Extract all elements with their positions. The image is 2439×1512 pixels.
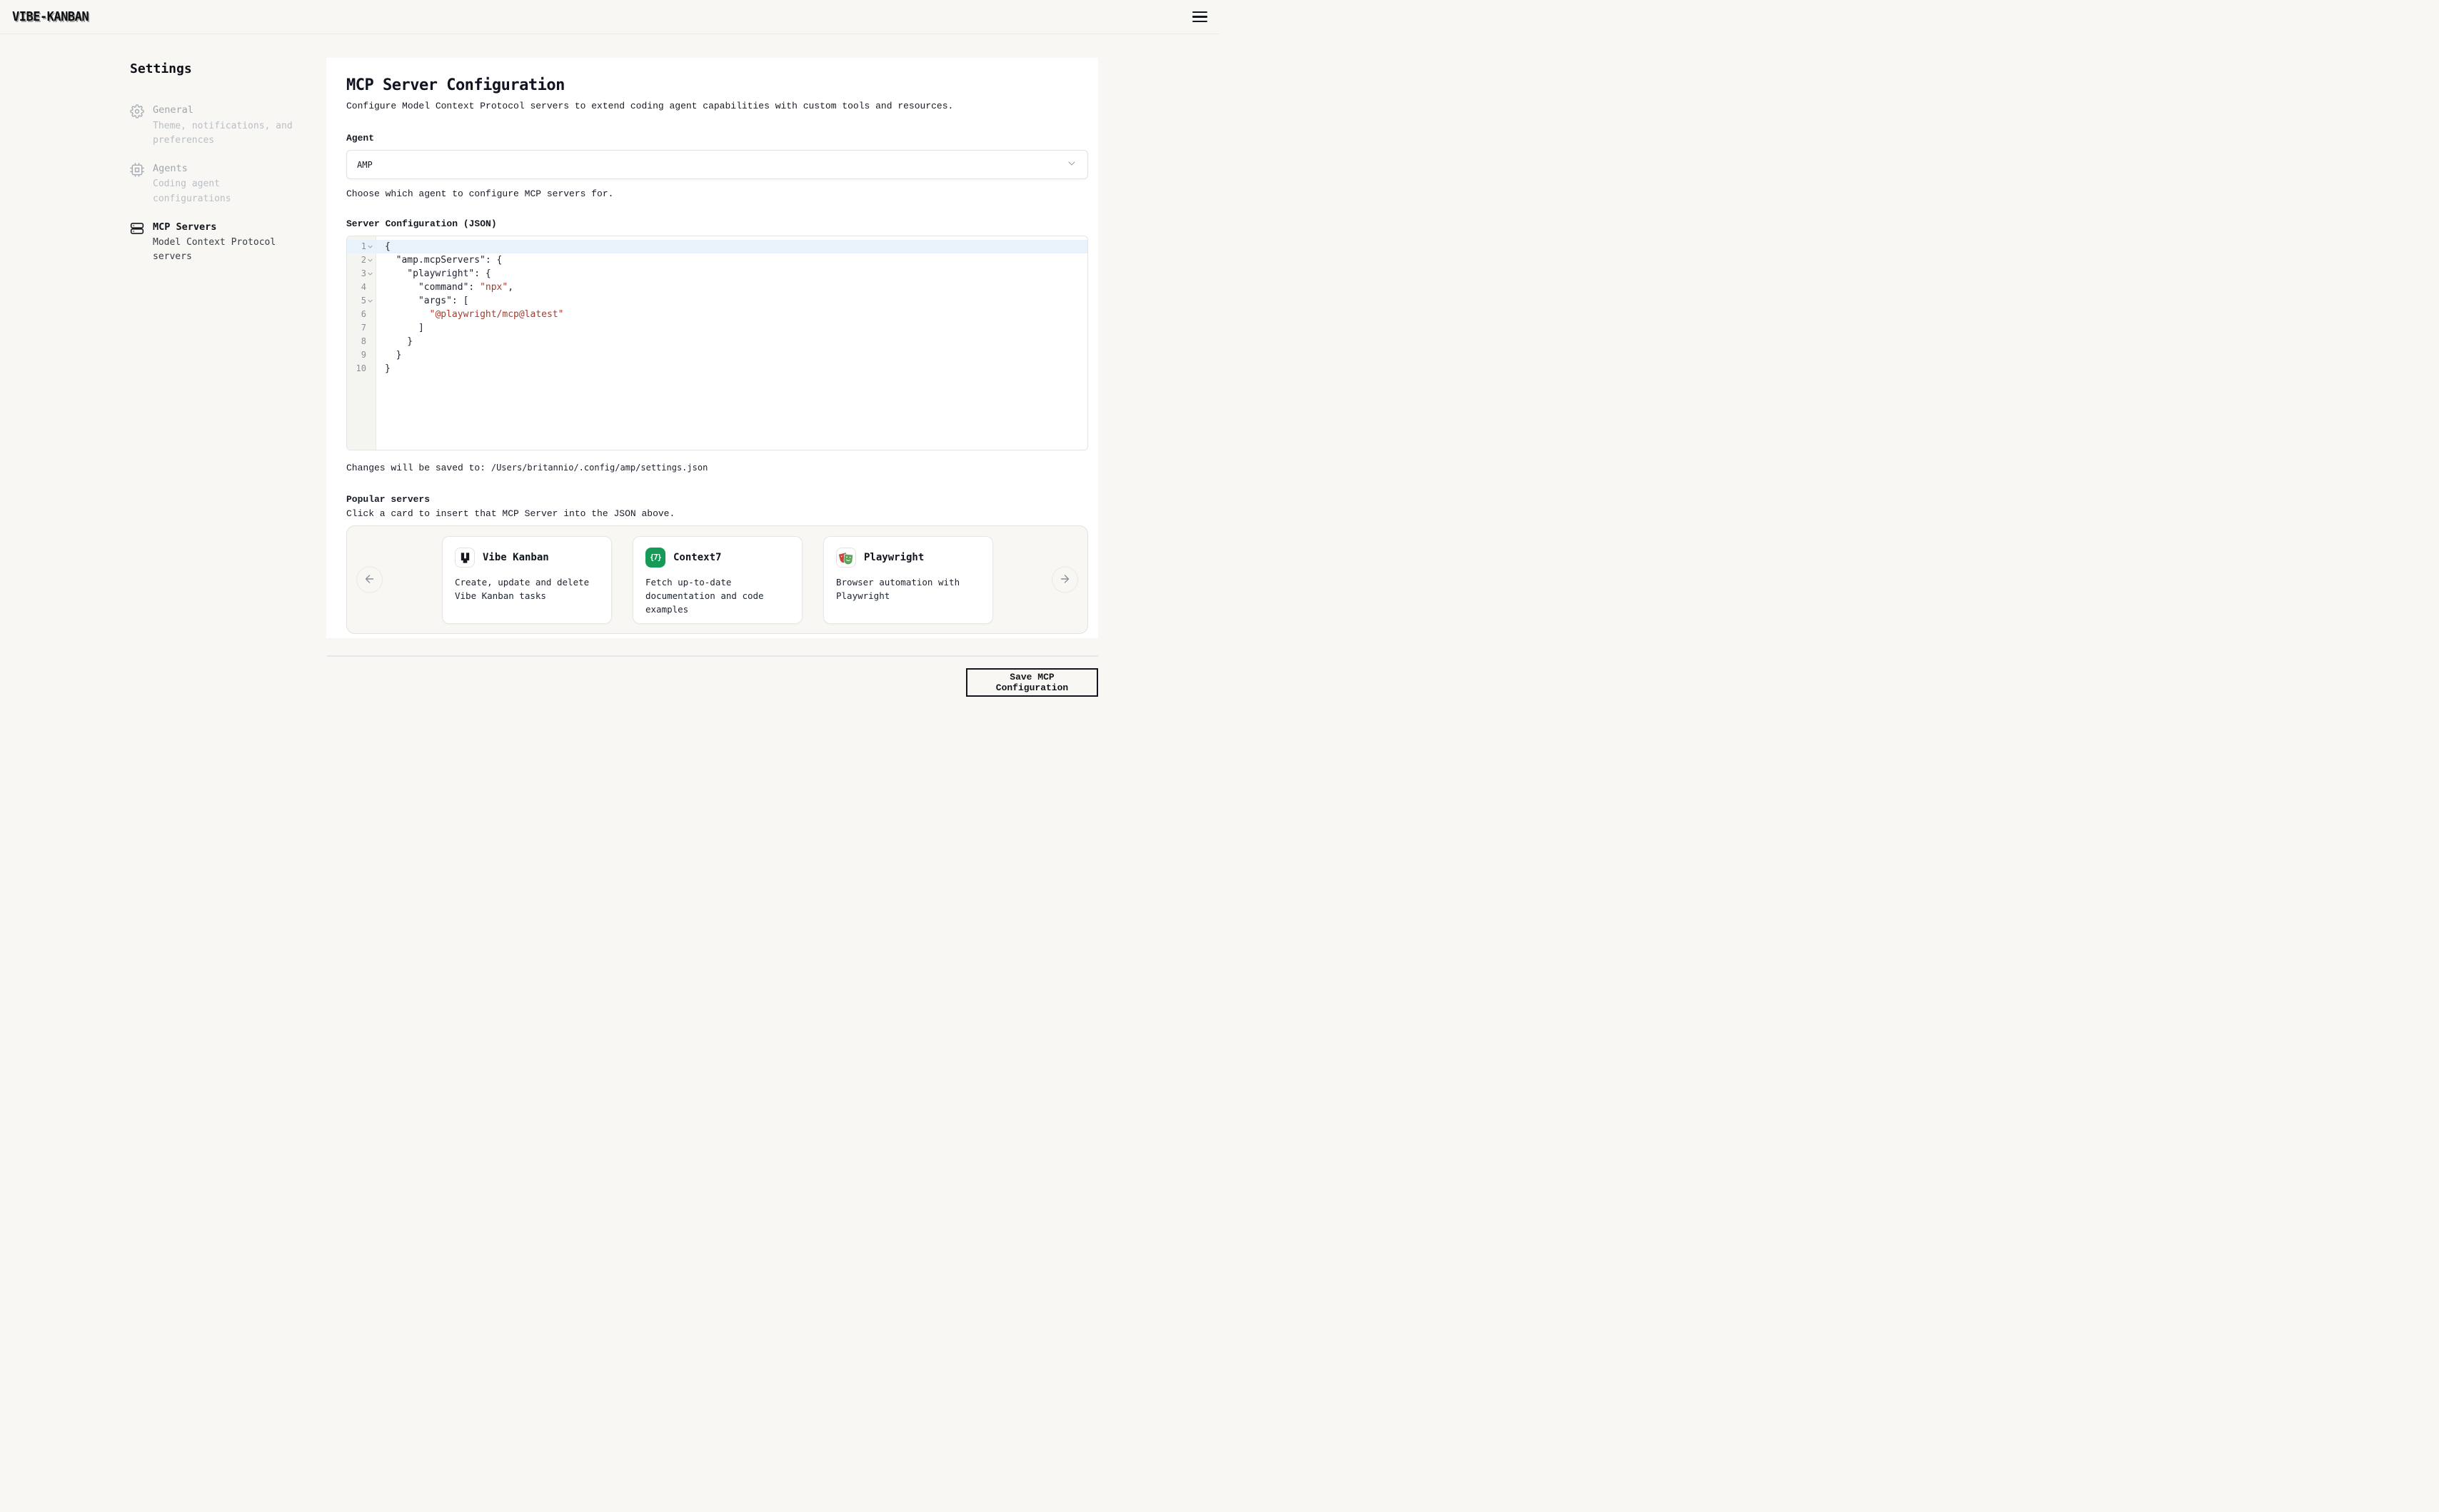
sidebar-item-description: Model Context Protocol servers: [153, 237, 276, 263]
mcp-config-panel: MCP Server Configuration Configure Model…: [326, 58, 1098, 638]
cpu-icon: [130, 162, 144, 177]
line-number: 1: [361, 241, 366, 251]
popular-servers-subtitle: Click a card to insert that MCP Server i…: [346, 508, 675, 519]
code-line[interactable]: 5 "args": [: [347, 294, 1087, 308]
line-number: 5: [361, 296, 366, 306]
code-line[interactable]: 4 "command": "npx",: [347, 281, 1087, 294]
code-line[interactable]: 7 ]: [347, 321, 1087, 335]
vibe-kanban-icon: [455, 548, 475, 568]
code-line[interactable]: 9 }: [347, 348, 1087, 362]
chevron-down-icon: [1066, 158, 1077, 172]
fold-chevron-icon[interactable]: [366, 298, 374, 304]
sidebar-item-label: General: [153, 104, 193, 116]
gear-icon: [130, 104, 144, 119]
json-editor-label: Server Configuration (JSON): [346, 218, 497, 229]
code-line[interactable]: 1 {: [347, 240, 1087, 253]
arrow-right-icon: [1059, 573, 1071, 587]
popular-servers-carousel: Vibe Kanban Create, update and delete Vi…: [346, 525, 1088, 634]
code-line-content: {: [385, 241, 391, 252]
hamburger-menu-icon[interactable]: [1192, 9, 1207, 26]
sidebar-item-agents[interactable]: Agents Coding agent configurations: [130, 162, 303, 206]
code-line[interactable]: 2 "amp.mcpServers": {: [347, 253, 1087, 267]
sidebar-item-description: Theme, notifications, and preferences: [153, 120, 293, 146]
server-card-title: Context7: [673, 552, 722, 563]
code-line-content: ]: [385, 323, 424, 333]
code-line-content: "args": [: [385, 296, 469, 306]
server-card-playwright[interactable]: Playwright Browser automation with Playw…: [823, 536, 993, 624]
server-card-title: Playwright: [864, 552, 925, 563]
carousel-prev-button[interactable]: [356, 566, 383, 593]
server-icon: [130, 221, 144, 236]
line-number: 10: [356, 363, 366, 373]
server-card-description: Create, update and delete Vibe Kanban ta…: [455, 577, 590, 601]
playwright-icon: [836, 548, 856, 568]
server-card-description: Browser automation with Playwright: [836, 577, 960, 601]
agent-help-text: Choose which agent to configure MCP serv…: [346, 188, 614, 199]
code-line[interactable]: 8 }: [347, 335, 1087, 348]
saved-to-path: /Users/britannio/.config/amp/settings.js…: [491, 463, 708, 473]
code-line-content: "@playwright/mcp@latest": [429, 309, 564, 320]
fold-chevron-icon[interactable]: [366, 243, 374, 250]
code-line-content: }: [385, 363, 391, 374]
footer-divider: [327, 655, 1098, 657]
code-line-content: }: [385, 350, 402, 361]
fold-chevron-icon[interactable]: [366, 257, 374, 263]
sidebar-item-label: Agents: [153, 162, 188, 174]
line-number: 7: [361, 323, 366, 333]
line-number: 4: [361, 282, 366, 292]
line-number: 9: [361, 350, 366, 360]
server-card-description: Fetch up-to-date documentation and code …: [645, 577, 764, 615]
settings-sidebar: Settings General Theme, notifications, a…: [130, 61, 303, 279]
server-card-title: Vibe Kanban: [483, 552, 549, 563]
settings-title: Settings: [130, 61, 192, 76]
json-config-editor[interactable]: 1 { 2 "amp.mcpServers": { 3 "playwright"…: [346, 236, 1088, 450]
saved-to-label: Changes will be saved to:: [346, 463, 486, 473]
line-number: 6: [361, 309, 366, 319]
saved-to-line: Changes will be saved to: /Users/britann…: [346, 463, 1088, 473]
agent-label: Agent: [346, 133, 375, 143]
code-line-content: "amp.mcpServers": {: [385, 255, 503, 266]
sidebar-item-mcp-servers[interactable]: MCP Servers Model Context Protocol serve…: [130, 221, 303, 265]
code-line-content: }: [385, 336, 413, 347]
line-number: 8: [361, 336, 366, 346]
arrow-left-icon: [363, 573, 376, 587]
fold-chevron-icon[interactable]: [366, 271, 374, 277]
code-line[interactable]: 6 "@playwright/mcp@latest": [347, 308, 1087, 321]
code-line-content: "command": "npx",: [385, 282, 514, 293]
code-line[interactable]: 10 }: [347, 362, 1087, 376]
agent-select[interactable]: AMP: [346, 150, 1088, 179]
sidebar-item-general[interactable]: General Theme, notifications, and prefer…: [130, 104, 303, 148]
sidebar-item-description: Coding agent configurations: [153, 178, 231, 204]
app-logo[interactable]: VIBE-KANBAN: [12, 9, 89, 24]
agent-select-value: AMP: [357, 159, 373, 170]
page-description: Configure Model Context Protocol servers…: [346, 101, 954, 111]
sidebar-item-label: MCP Servers: [153, 221, 217, 233]
line-number: 3: [361, 268, 366, 278]
context7-icon: {7}: [645, 548, 665, 568]
server-card-context7[interactable]: {7} Context7 Fetch up-to-date documentat…: [633, 536, 803, 624]
popular-servers-title: Popular servers: [346, 494, 431, 505]
carousel-next-button[interactable]: [1052, 566, 1078, 593]
server-card-vibe-kanban[interactable]: Vibe Kanban Create, update and delete Vi…: [442, 536, 612, 624]
line-number: 2: [361, 255, 366, 265]
app-header: VIBE-KANBAN: [0, 0, 1220, 34]
page-title: MCP Server Configuration: [346, 76, 565, 94]
code-line[interactable]: 3 "playwright": {: [347, 267, 1087, 281]
save-mcp-configuration-button[interactable]: Save MCP Configuration: [966, 668, 1098, 697]
code-line-content: "playwright": {: [385, 268, 491, 279]
